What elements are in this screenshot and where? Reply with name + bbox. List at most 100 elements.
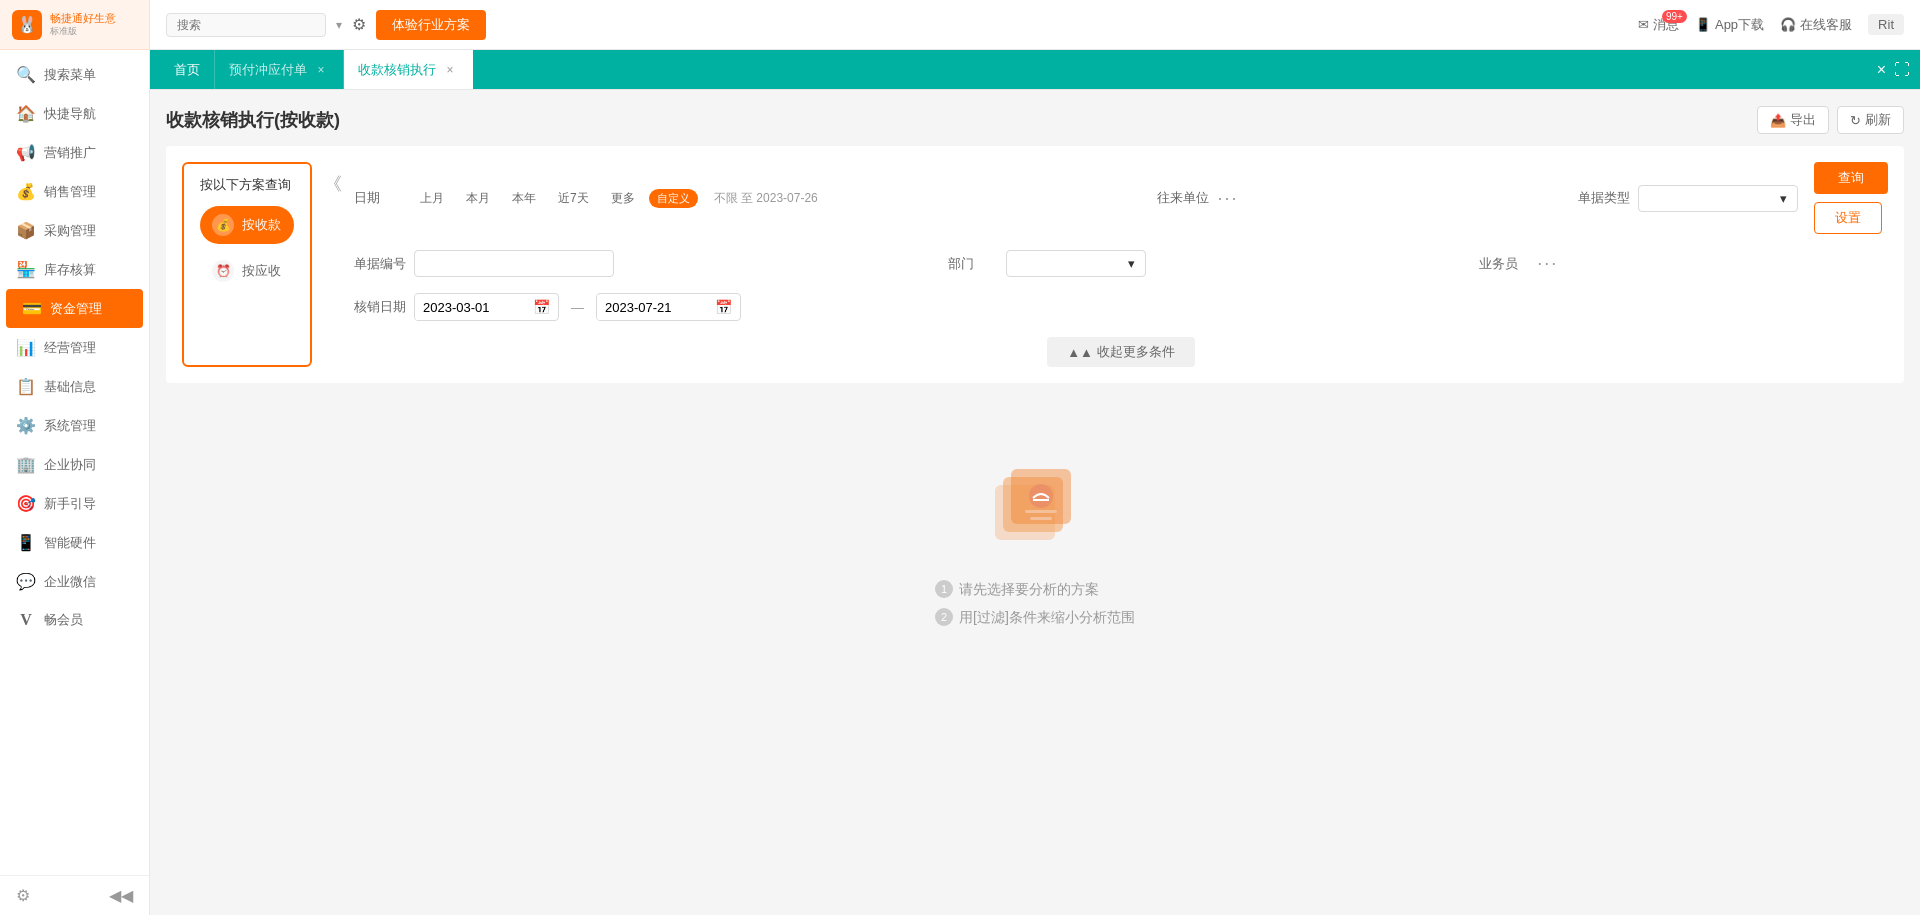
sidebar-item-label: 营销推广 — [44, 144, 96, 162]
date-this-month[interactable]: 本月 — [458, 188, 498, 209]
filter-by-receipt[interactable]: 💰 按收款 — [200, 206, 294, 244]
gear-icon[interactable]: ⚙ — [352, 15, 366, 34]
refresh-icon: ↻ — [1850, 113, 1861, 128]
industry-btn[interactable]: 体验行业方案 — [376, 10, 486, 40]
empty-tip-1-text: 请先选择要分析的方案 — [959, 575, 1099, 603]
filter-fields: 日期 上月 本月 本年 近7天 更多 自定义 不限 至 2023-07-26 — [354, 162, 1888, 367]
app-download-btn[interactable]: 📱 App下载 — [1695, 16, 1764, 34]
page-actions: 📤 导出 ↻ 刷新 — [1757, 106, 1904, 134]
filter-panel: 按以下方案查询 💰 按收款 ⏰ 按应收 《 日期 — [166, 146, 1904, 383]
tab-prepay[interactable]: 预付冲应付单 × — [215, 50, 344, 89]
dropdown-icon[interactable]: ▾ — [336, 18, 342, 32]
collapse-conditions-btn[interactable]: ▲▲ 收起更多条件 — [1047, 337, 1195, 367]
tab-home[interactable]: 首页 — [160, 50, 215, 89]
export-button[interactable]: 📤 导出 — [1757, 106, 1829, 134]
salesperson-input[interactable]: ··· — [1537, 253, 1558, 274]
dept-field: 部门 ▾ — [948, 250, 1146, 277]
sidebar-item-quick-nav[interactable]: 🏠 快捷导航 — [0, 94, 149, 133]
svg-rect-6 — [1030, 517, 1052, 520]
tab-prepay-close[interactable]: × — [313, 62, 329, 78]
filter-by-receivable-label: 按应收 — [242, 262, 281, 280]
date-last-month[interactable]: 上月 — [412, 188, 452, 209]
sidebar-item-guide[interactable]: 🎯 新手引导 — [0, 484, 149, 523]
salesperson-field: 业务员 ··· — [1479, 253, 1558, 274]
sidebar-item-label: 智能硬件 — [44, 534, 96, 552]
svg-point-3 — [1029, 484, 1053, 508]
sidebar-item-label: 库存核算 — [44, 261, 96, 279]
search-menu-icon: 🔍 — [16, 65, 36, 84]
date-custom-badge[interactable]: 自定义 — [649, 189, 698, 208]
tabs-list: 首页 预付冲应付单 × 收款核销执行 × — [160, 50, 473, 89]
sidebar-item-purchase[interactable]: 📦 采购管理 — [0, 211, 149, 250]
sidebar-item-sales[interactable]: 💰 销售管理 — [0, 172, 149, 211]
collapse-sidebar-icon[interactable]: ◀◀ — [109, 886, 133, 905]
sidebar-item-finance[interactable]: 💳 资金管理 — [6, 289, 143, 328]
sidebar-item-inventory[interactable]: 🏪 库存核算 — [0, 250, 149, 289]
date-7days[interactable]: 近7天 — [550, 188, 597, 209]
date-this-year[interactable]: 本年 — [504, 188, 544, 209]
sidebar-item-system[interactable]: ⚙️ 系统管理 — [0, 406, 149, 445]
sidebar-item-label: 企业协同 — [44, 456, 96, 474]
sidebar-item-search-menu[interactable]: 🔍 搜索菜单 — [0, 55, 149, 94]
sidebar-item-wechat[interactable]: 💬 企业微信 — [0, 562, 149, 601]
sidebar-item-marketing[interactable]: 📢 营销推广 — [0, 133, 149, 172]
counterparty-label: 往来单位 — [1157, 189, 1209, 207]
calendar-end-icon[interactable]: 📅 — [707, 294, 740, 320]
order-no-input[interactable] — [414, 250, 614, 277]
order-type-select[interactable]: ▾ — [1638, 185, 1798, 212]
app-icon: 📱 — [1695, 17, 1711, 32]
empty-state: 1 请先选择要分析的方案 2 用[过滤]条件来缩小分析范围 — [166, 395, 1904, 691]
settings-footer-icon[interactable]: ⚙ — [16, 886, 30, 905]
collapse-conditions-area: ▲▲ 收起更多条件 — [354, 337, 1888, 367]
counterparty-input[interactable]: ··· — [1217, 188, 1238, 209]
dept-label: 部门 — [948, 255, 998, 273]
topbar: ▾ ⚙ 体验行业方案 ✉ 消息 99+ 📱 App下载 🎧 在线客服 Rit — [150, 0, 1920, 50]
svg-rect-5 — [1025, 510, 1057, 513]
date-range-dash: — — [571, 300, 584, 315]
sidebar-item-corp[interactable]: 🏢 企业协同 — [0, 445, 149, 484]
collapse-up-icon: ▲▲ — [1067, 345, 1093, 360]
sidebar-item-label: 经营管理 — [44, 339, 96, 357]
settings-button[interactable]: 设置 — [1814, 202, 1882, 234]
app-name: 畅捷通好生意 — [50, 11, 116, 25]
close-all-tabs-icon[interactable]: × — [1877, 61, 1886, 79]
tabs-actions: × ⛶ — [1877, 61, 1920, 79]
verify-date-end-input[interactable] — [597, 295, 707, 320]
dept-select[interactable]: ▾ — [1006, 250, 1146, 277]
sidebar-item-basic-info[interactable]: 📋 基础信息 — [0, 367, 149, 406]
service-icon: 🎧 — [1780, 17, 1796, 32]
salesperson-label: 业务员 — [1479, 255, 1529, 273]
sidebar-item-label: 基础信息 — [44, 378, 96, 396]
query-button[interactable]: 查询 — [1814, 162, 1888, 194]
tab-receipt-verify-close[interactable]: × — [442, 62, 458, 78]
date-more[interactable]: 更多 — [603, 188, 643, 209]
message-icon: ✉ — [1638, 17, 1649, 32]
collapse-left-panel[interactable]: 《 — [324, 172, 342, 367]
app-download-label: App下载 — [1715, 16, 1764, 34]
filter-row-1: 日期 上月 本月 本年 近7天 更多 自定义 不限 至 2023-07-26 — [354, 162, 1888, 234]
calendar-start-icon[interactable]: 📅 — [525, 294, 558, 320]
export-icon: 📤 — [1770, 113, 1786, 128]
tab-prepay-label: 预付冲应付单 — [229, 61, 307, 79]
sidebar-item-vip[interactable]: V 畅会员 — [0, 601, 149, 639]
user-info[interactable]: Rit — [1868, 14, 1904, 35]
quick-nav-icon: 🏠 — [16, 104, 36, 123]
system-icon: ⚙️ — [16, 416, 36, 435]
sidebar-item-hardware[interactable]: 📱 智能硬件 — [0, 523, 149, 562]
tab-receipt-verify[interactable]: 收款核销执行 × — [344, 50, 473, 89]
online-service-btn[interactable]: 🎧 在线客服 — [1780, 16, 1852, 34]
message-btn[interactable]: ✉ 消息 99+ — [1638, 16, 1679, 34]
user-name: Rit — [1878, 17, 1894, 32]
sidebar-item-label: 搜索菜单 — [44, 66, 96, 84]
message-badge: 99+ — [1662, 10, 1687, 23]
verify-date-start-input[interactable] — [415, 295, 525, 320]
sidebar-item-operations[interactable]: 📊 经营管理 — [0, 328, 149, 367]
empty-tip-2: 2 用[过滤]条件来缩小分析范围 — [935, 603, 1135, 631]
refresh-button[interactable]: ↻ 刷新 — [1837, 106, 1904, 134]
collapse-conditions-label: 收起更多条件 — [1097, 343, 1175, 361]
expand-icon[interactable]: ⛶ — [1894, 61, 1910, 79]
search-input[interactable] — [166, 13, 326, 37]
filter-row-3: 核销日期 📅 — 📅 — [354, 293, 1888, 321]
filter-by-receivable[interactable]: ⏰ 按应收 — [200, 252, 294, 290]
date-group: 上月 本月 本年 近7天 更多 自定义 — [412, 188, 698, 209]
